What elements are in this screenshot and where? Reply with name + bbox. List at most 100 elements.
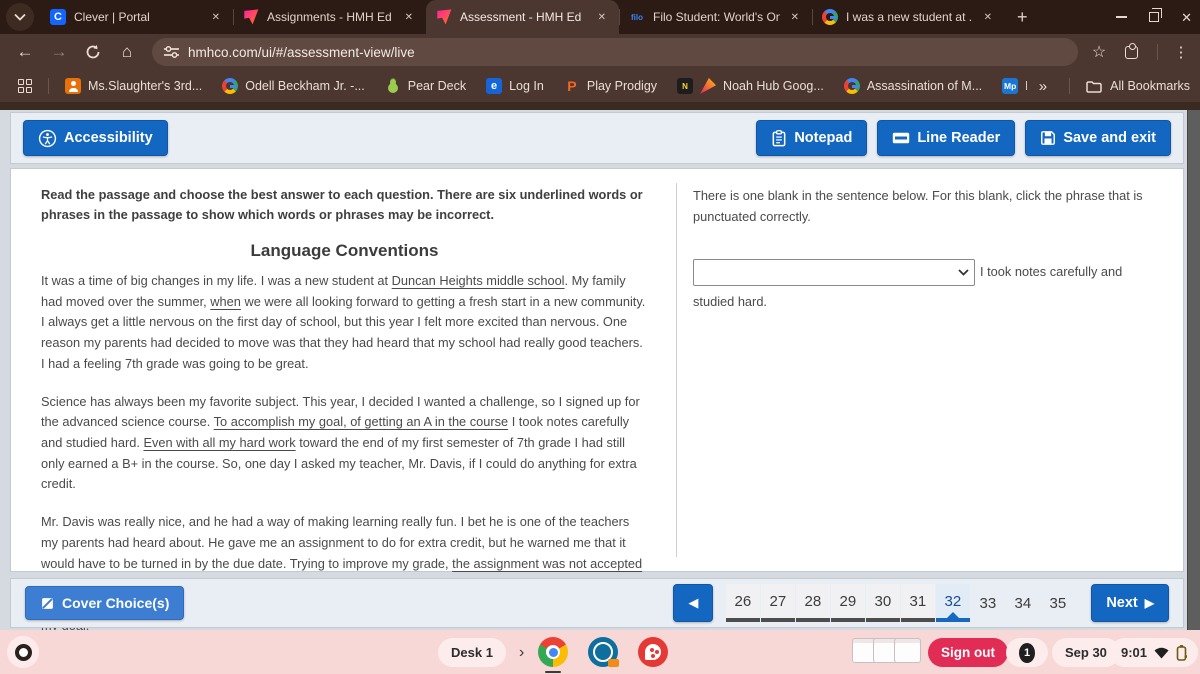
page-number-27[interactable]: 27 <box>760 584 795 622</box>
browser-tab[interactable]: Assessment - HMH Ed ✕ <box>426 0 619 34</box>
underlined-phrase[interactable]: when <box>210 294 241 309</box>
google-favicon-icon <box>822 9 838 25</box>
browser-menu-icon[interactable]: ⋮ <box>1170 43 1192 61</box>
restore-icon[interactable] <box>1149 8 1163 22</box>
bookmark-item[interactable]: Odell Beckham Jr. -... <box>214 74 372 98</box>
tabs-container: C Clever | Portal ✕ Assignments - HMH Ed ✕ As… <box>40 0 1005 34</box>
page-number-35[interactable]: 35 <box>1041 584 1075 622</box>
accessibility-label: Accessibility <box>64 130 153 146</box>
underlined-phrase[interactable]: To accomplish my goal, of getting an A i… <box>214 414 509 429</box>
question-sentence: I took notes carefully and studied hard. <box>693 257 1163 316</box>
new-tab-button[interactable]: + <box>1005 7 1040 34</box>
date-label: Sep 30 <box>1065 645 1107 660</box>
extensions-icon[interactable] <box>1125 42 1138 59</box>
tab-close-icon[interactable]: ✕ <box>788 10 802 25</box>
tab-close-icon[interactable]: ✕ <box>981 10 995 25</box>
page-number-26[interactable]: 26 <box>725 584 760 622</box>
person-bookmark-icon <box>65 78 81 94</box>
tab-close-icon[interactable]: ✕ <box>209 10 223 25</box>
bookmark-star-icon[interactable]: ☆ <box>1086 42 1112 62</box>
bookmark-label: Noah Hub Goog... <box>723 79 824 93</box>
all-bookmarks-label[interactable]: All Bookmarks <box>1110 79 1190 93</box>
minimize-icon[interactable] <box>1116 16 1128 18</box>
page-number-32[interactable]: 32 <box>935 584 970 622</box>
tab-title: I was a new student at . - Goo <box>846 10 973 24</box>
bookmark-item[interactable]: P Play Prodigy <box>556 74 665 98</box>
bookmark-item[interactable]: Ms.Slaughter's 3rd... <box>57 74 210 98</box>
page-scrollbar[interactable] <box>1187 110 1200 630</box>
navigation-toolbar: ← → ⌂ hmhco.com/ui/#/assessment-view/liv… <box>0 34 1200 70</box>
browser-tab[interactable]: I was a new student at . - Goo ✕ <box>812 0 1005 34</box>
bookmark-label: Ms.Slaughter's 3rd... <box>88 79 203 93</box>
next-button[interactable]: Next ▶ <box>1091 584 1169 622</box>
bookmark-label: Play Prodigy <box>586 79 658 93</box>
tab-close-icon[interactable]: ✕ <box>402 10 416 25</box>
bookmark-label: Log In <box>509 79 544 93</box>
bookmark-item[interactable]: N Noah Hub Goog... <box>669 74 832 98</box>
hmh-favicon-icon <box>244 9 259 25</box>
desk-label: Desk 1 <box>451 645 493 660</box>
question-prompt: There is one blank in the sentence below… <box>693 188 1143 225</box>
url-text[interactable]: hmhco.com/ui/#/assessment-view/live <box>188 45 415 60</box>
answer-dropdown[interactable] <box>693 259 975 287</box>
system-shelf: Desk 1 › Sign out 1 Sep 30 9:01 <box>0 630 1200 674</box>
line-reader-label: Line Reader <box>917 130 1001 146</box>
cover-choices-button[interactable]: Cover Choice(s) <box>25 586 185 620</box>
assessment-footer: Cover Choice(s) ◀ 26 27 28 29 30 31 32 33 34 35 N… <box>10 578 1184 628</box>
notification-counter[interactable]: 1 <box>1006 638 1048 667</box>
forward-icon[interactable]: → <box>44 37 74 67</box>
status-tray[interactable]: 9:01 <box>1110 638 1199 667</box>
passage-paragraph: It was a time of big changes in my life.… <box>41 271 648 375</box>
line-reader-button[interactable]: Line Reader <box>877 120 1016 156</box>
save-and-exit-label: Save and exit <box>1063 130 1156 146</box>
window-previews[interactable] <box>852 638 921 663</box>
bookmark-item[interactable]: Assassination of M... <box>836 74 990 98</box>
browser-tab[interactable]: C Clever | Portal ✕ <box>40 0 233 34</box>
browser-tab-strip: C Clever | Portal ✕ Assignments - HMH Ed ✕ As… <box>0 0 1200 34</box>
question-panel: There is one blank in the sentence below… <box>677 169 1183 571</box>
party-icon <box>700 78 717 94</box>
page-number-34[interactable]: 34 <box>1006 584 1040 622</box>
battery-icon <box>1176 645 1188 661</box>
underlined-phrase[interactable]: Duncan Heights middle school <box>392 273 565 288</box>
tab-search-button[interactable] <box>6 3 34 31</box>
desk-next-icon[interactable]: › <box>514 638 529 667</box>
save-and-exit-button[interactable]: Save and exit <box>1025 120 1171 156</box>
passage-instructions: Read the passage and choose the best ans… <box>41 187 643 223</box>
underlined-phrase[interactable]: Even with all my hard work <box>143 435 295 450</box>
google-bookmark-icon <box>843 78 860 94</box>
time-label: 9:01 <box>1121 645 1148 660</box>
compass-app-icon[interactable] <box>588 637 619 667</box>
chrome-app-icon[interactable] <box>538 637 568 667</box>
page-number-30[interactable]: 30 <box>865 584 900 622</box>
bookmark-item[interactable]: Pear Deck <box>377 74 474 98</box>
desk-switcher[interactable]: Desk 1 <box>438 638 506 667</box>
reload-icon[interactable] <box>78 37 108 67</box>
accessibility-button[interactable]: Accessibility <box>23 120 168 156</box>
browser-tab[interactable]: filo Filo Student: World's Only Liv ✕ <box>619 0 812 34</box>
palette-app-icon[interactable] <box>638 637 668 667</box>
notepad-button[interactable]: Notepad <box>756 120 868 156</box>
browser-tab[interactable]: Assignments - HMH Ed ✕ <box>233 0 426 34</box>
filo-favicon-icon: filo <box>631 12 643 22</box>
launcher-button[interactable] <box>7 636 39 668</box>
bookmark-item[interactable]: e Log In <box>478 74 552 98</box>
folder-icon <box>1086 80 1102 93</box>
pear-bookmark-icon <box>385 78 401 94</box>
site-settings-icon[interactable] <box>164 46 179 58</box>
previous-page-button[interactable]: ◀ <box>673 584 714 622</box>
hmh-favicon-icon <box>437 9 452 25</box>
close-window-icon[interactable]: ✕ <box>1181 11 1192 24</box>
address-bar[interactable]: hmhco.com/ui/#/assessment-view/live <box>152 38 1078 66</box>
bookmarks-overflow-icon[interactable]: » <box>1033 78 1053 95</box>
home-icon[interactable]: ⌂ <box>112 37 142 67</box>
assessment-header: Accessibility Notepad Line Reader Save a… <box>10 112 1184 164</box>
page-number-33[interactable]: 33 <box>971 584 1005 622</box>
apps-grid-icon[interactable] <box>18 79 32 93</box>
back-icon[interactable]: ← <box>10 37 40 67</box>
sign-out-button[interactable]: Sign out <box>928 638 1008 667</box>
page-number-29[interactable]: 29 <box>830 584 865 622</box>
page-number-28[interactable]: 28 <box>795 584 830 622</box>
page-number-31[interactable]: 31 <box>900 584 935 622</box>
tab-close-icon[interactable]: ✕ <box>595 10 609 25</box>
